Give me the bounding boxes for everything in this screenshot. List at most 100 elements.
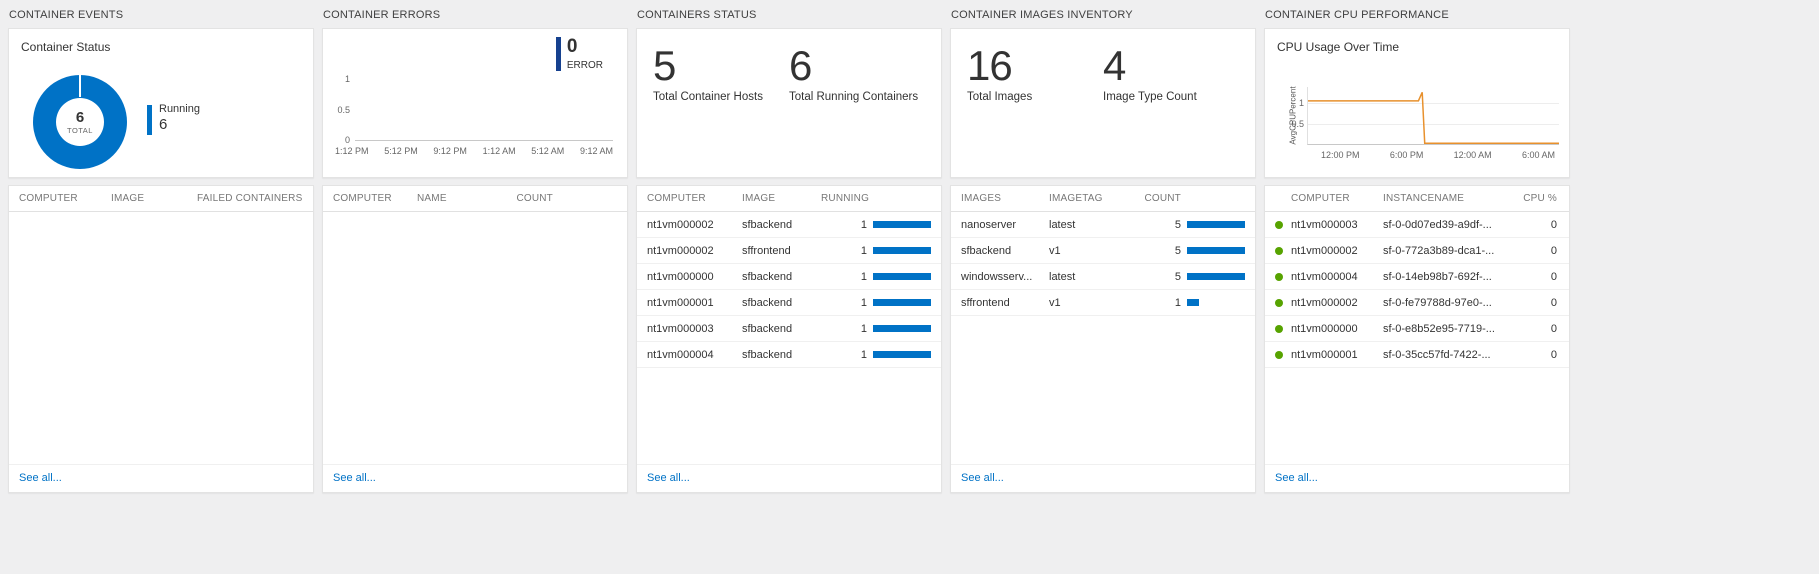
status-stats-row: 5 Total Container Hosts 6 Total Running … <box>637 29 941 104</box>
value-text: 1 <box>860 244 867 257</box>
table-row[interactable]: nt1vm000002 sf-0-772a3b89-dca1-... 0 <box>1265 238 1569 264</box>
containers-status-tile[interactable]: 5 Total Container Hosts 6 Total Running … <box>636 28 942 178</box>
table-row[interactable]: nt1vm000004 sf-0-14eb98b7-692f-... 0 <box>1265 264 1569 290</box>
cell-instancename: sf-0-35cc57fd-7422-... <box>1383 348 1491 361</box>
cell-value: 1 <box>821 349 931 361</box>
col-header-imagetag: IMAGETAG <box>1049 193 1103 204</box>
table-row[interactable]: nt1vm000002 sf-0-fe79788d-97e0-... 0 <box>1265 290 1569 316</box>
stat-total-images: 16 Total Images <box>967 45 1103 104</box>
cpu-y-axis-label: AvgCPUPercent <box>1288 86 1298 145</box>
col-header-computer: COMPUTER <box>333 193 392 204</box>
bar-container <box>1187 221 1245 228</box>
table-row[interactable]: nt1vm000000 sf-0-e8b52e95-7719-... 0 <box>1265 316 1569 342</box>
value-text: 1 <box>860 348 867 361</box>
errors-chart-plot: 1 0.5 0 <box>337 74 613 145</box>
column-containers-status: CONTAINERS STATUS 5 Total Container Host… <box>636 6 942 493</box>
status-dot-cell <box>1275 220 1291 229</box>
errors-xtick: 5:12 PM <box>384 146 418 156</box>
cell-image: sfbackend <box>742 322 793 335</box>
cell-computer: nt1vm000000 <box>647 270 714 283</box>
table-row[interactable]: nt1vm000001 sf-0-35cc57fd-7422-... 0 <box>1265 342 1569 368</box>
cell-cpu-percent: 0 <box>1550 218 1557 231</box>
value-bar <box>873 325 931 332</box>
cpu-ytick: 1 <box>1298 98 1304 109</box>
bar-container <box>873 325 931 332</box>
errors-xtick: 5:12 AM <box>531 146 565 156</box>
cell-image-tag: latest <box>1049 270 1076 283</box>
col-header-running: RUNNING <box>821 193 870 204</box>
col-header-cpu-percent: CPU % <box>1523 193 1557 204</box>
errors-table-card: COMPUTER NAME COUNT See all... <box>322 185 628 493</box>
cell-image-tag: v1 <box>1049 244 1061 257</box>
col-header-images: IMAGES <box>961 193 1002 204</box>
table-row[interactable]: nanoserver latest 5 <box>951 212 1255 238</box>
value-text: 1 <box>860 218 867 231</box>
see-all-link-cpu[interactable]: See all... <box>1265 464 1569 492</box>
cell-value: 1 <box>821 271 931 283</box>
cell-image-name: sfbackend <box>961 244 1012 257</box>
bar-container <box>1187 247 1245 254</box>
cell-instancename: sf-0-772a3b89-dca1-... <box>1383 244 1495 257</box>
table-row[interactable]: nt1vm000002 sffrontend 1 <box>637 238 941 264</box>
cell-instancename: sf-0-0d07ed39-a9df-... <box>1383 218 1492 231</box>
cell-value: 5 <box>1135 271 1245 283</box>
col-header-image: IMAGE <box>742 193 776 204</box>
cell-image-tag: latest <box>1049 218 1076 231</box>
stat-image-type-count: 4 Image Type Count <box>1103 45 1239 104</box>
donut-total-value: 6 <box>75 109 85 126</box>
container-errors-tile[interactable]: 0 ERROR 1 0.5 0 1:12 PM 5:12 PM 9:12 PM … <box>322 28 628 178</box>
table-row[interactable]: sfbackend v1 5 <box>951 238 1255 264</box>
images-inventory-tile[interactable]: 16 Total Images 4 Image Type Count <box>950 28 1256 178</box>
table-row[interactable]: nt1vm000001 sfbackend 1 <box>637 290 941 316</box>
events-table-body <box>9 212 313 464</box>
see-all-link-events[interactable]: See all... <box>9 464 313 492</box>
green-status-dot <box>1275 324 1283 333</box>
stat-label-hosts: Total Container Hosts <box>653 91 763 103</box>
cell-value: 5 <box>1135 245 1245 257</box>
table-row[interactable]: nt1vm000002 sfbackend 1 <box>637 212 941 238</box>
errors-ytick-05: 0.5 <box>337 104 350 115</box>
error-count-value: 0 <box>566 36 578 57</box>
column-container-events: CONTAINER EVENTS Container Status 6 TOTA… <box>8 6 314 493</box>
column-container-errors: CONTAINER ERRORS 0 ERROR 1 0.5 0 1:12 PM… <box>322 6 628 493</box>
table-row[interactable]: sffrontend v1 1 <box>951 290 1255 316</box>
container-status-tile[interactable]: Container Status 6 TOTAL Running 6 <box>8 28 314 178</box>
table-row[interactable]: nt1vm000003 sfbackend 1 <box>637 316 941 342</box>
value-bar <box>873 221 931 228</box>
value-bar <box>873 273 931 280</box>
cpu-xtick: 6:00 PM <box>1389 150 1424 160</box>
table-row[interactable]: nt1vm000003 sf-0-0d07ed39-a9df-... 0 <box>1265 212 1569 238</box>
cell-value: 1 <box>821 219 931 231</box>
cell-cpu-percent: 0 <box>1550 270 1557 283</box>
errors-table-header: COMPUTER NAME COUNT <box>323 186 627 212</box>
cpu-chart-xlabels: 12:00 PM 6:00 PM 12:00 AM 6:00 AM <box>1307 145 1559 160</box>
cell-instancename: sf-0-fe79788d-97e0-... <box>1383 296 1492 309</box>
cell-image: sfbackend <box>742 270 793 283</box>
stat-label-running: Total Running Containers <box>789 91 919 103</box>
see-all-link-status[interactable]: See all... <box>637 464 941 492</box>
bar-container <box>1187 299 1245 306</box>
table-row[interactable]: nt1vm000000 sfbackend 1 <box>637 264 941 290</box>
green-status-dot <box>1275 272 1283 281</box>
table-row[interactable]: nt1vm000004 sfbackend 1 <box>637 342 941 368</box>
col-header-computer: COMPUTER <box>647 193 706 204</box>
images-table-header: IMAGES IMAGETAG COUNT <box>951 186 1255 212</box>
cell-computer: nt1vm000000 <box>1291 322 1358 335</box>
green-status-dot <box>1275 350 1283 359</box>
status-dot-cell <box>1275 246 1291 255</box>
donut-total-label: TOTAL <box>67 126 93 135</box>
stat-value-running: 6 <box>789 42 812 89</box>
cpu-performance-tile[interactable]: CPU Usage Over Time AvgCPUPercent 1 0.5 … <box>1264 28 1570 178</box>
errors-chart-xlabels: 1:12 PM 5:12 PM 9:12 PM 1:12 AM 5:12 AM … <box>335 141 613 156</box>
events-table-header: COMPUTER IMAGE FAILED CONTAINERS <box>9 186 313 212</box>
value-text: 5 <box>1174 244 1181 257</box>
see-all-link-images[interactable]: See all... <box>951 464 1255 492</box>
value-text: 5 <box>1174 270 1181 283</box>
col-header-count: COUNT <box>516 193 553 204</box>
see-all-link-errors[interactable]: See all... <box>323 464 627 492</box>
table-row[interactable]: windowsserv... latest 5 <box>951 264 1255 290</box>
cell-instancename: sf-0-14eb98b7-692f-... <box>1383 270 1492 283</box>
column-container-images-inventory: CONTAINER IMAGES INVENTORY 16 Total Imag… <box>950 6 1256 493</box>
col-header-computer: COMPUTER <box>1291 193 1350 204</box>
legend-text: Running 6 <box>159 103 200 135</box>
